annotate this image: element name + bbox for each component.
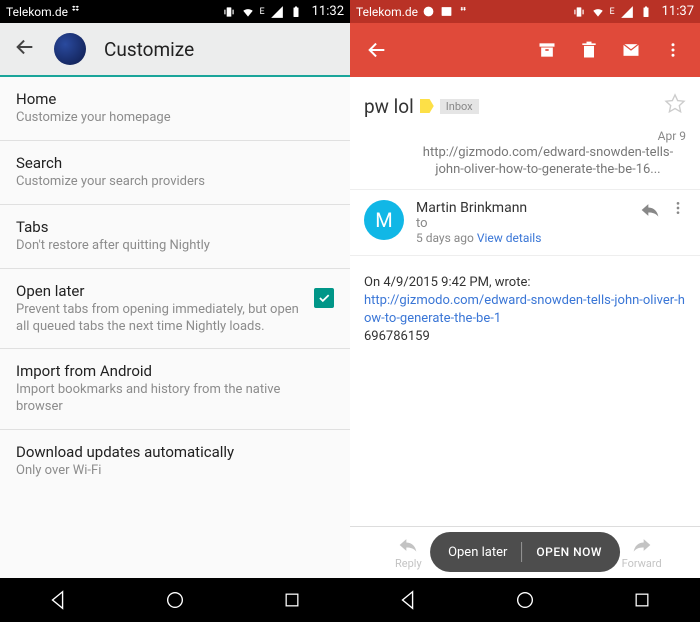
- firefox-icon: [422, 5, 436, 19]
- item-title: Search: [16, 154, 326, 172]
- carrier-label: Telekom.de: [356, 5, 418, 19]
- view-details-link[interactable]: View details: [477, 231, 542, 245]
- sender-to: to: [416, 216, 628, 231]
- battery-icon: [289, 5, 303, 19]
- body-link[interactable]: http://gizmodo.com/edward-snowden-tells-…: [364, 292, 686, 328]
- battery-icon: [639, 5, 653, 19]
- nav-home-icon[interactable]: [161, 586, 189, 614]
- sender-name: Martin Brinkmann: [416, 200, 628, 216]
- signal-icon: [620, 5, 634, 19]
- avatar: M: [364, 200, 404, 240]
- email-content: pw lol Inbox Apr 9 http://gizmodo.com/ed…: [350, 77, 700, 578]
- email-subject: pw lol: [364, 95, 414, 118]
- clock: 11:32: [312, 4, 344, 19]
- nav-bar: [0, 578, 350, 622]
- back-icon[interactable]: [14, 36, 36, 62]
- nav-recent-icon[interactable]: [278, 586, 306, 614]
- reply-icon[interactable]: [640, 200, 660, 224]
- status-bar: Telekom.de E 11:37: [350, 0, 700, 23]
- delete-icon[interactable]: [572, 33, 606, 67]
- preview-link: http://gizmodo.com/edward-snowden-tells-…: [350, 143, 700, 189]
- carrier-label: Telekom.de: [6, 5, 68, 19]
- dropbox-icon: [72, 5, 86, 19]
- app-icon: [54, 33, 86, 65]
- app-bar: Customize: [0, 23, 350, 77]
- page-title: Customize: [104, 38, 194, 61]
- email-date: Apr 9: [350, 129, 700, 143]
- vibrate-icon: [572, 5, 586, 19]
- app-bar: [350, 23, 700, 77]
- image-icon: [440, 5, 454, 19]
- item-title: Import from Android: [16, 362, 326, 380]
- nav-home-icon[interactable]: [511, 586, 539, 614]
- settings-item-tabs[interactable]: Tabs Don't restore after quitting Nightly: [0, 204, 350, 268]
- item-title: Tabs: [16, 218, 326, 236]
- archive-icon[interactable]: [530, 33, 564, 67]
- settings-list: Home Customize your homepage Search Custom…: [0, 77, 350, 578]
- toast: Open later OPEN NOW: [430, 532, 620, 572]
- toast-action-button[interactable]: OPEN NOW: [536, 545, 602, 559]
- settings-item-home[interactable]: Home Customize your homepage: [0, 77, 350, 140]
- back-icon[interactable]: [360, 33, 394, 67]
- item-subtitle: Prevent tabs from opening immediately, b…: [16, 302, 306, 336]
- body-line: 696786159: [364, 328, 686, 346]
- network-type: E: [610, 7, 615, 17]
- network-type: E: [260, 7, 265, 17]
- item-subtitle: Don't restore after quitting Nightly: [16, 238, 326, 255]
- settings-item-search[interactable]: Search Customize your search providers: [0, 140, 350, 204]
- item-title: Home: [16, 90, 326, 108]
- sender-block[interactable]: M Martin Brinkmann to 5 days ago View de…: [350, 189, 700, 256]
- wifi-icon: [241, 5, 255, 19]
- item-subtitle: Only over Wi-Fi: [16, 463, 326, 480]
- settings-item-import[interactable]: Import from Android Import bookmarks and …: [0, 348, 350, 429]
- more-icon[interactable]: [670, 200, 686, 220]
- email-body: On 4/9/2015 9:42 PM, wrote: http://gizmo…: [350, 256, 700, 365]
- item-title: Open later: [16, 282, 306, 300]
- status-bar: Telekom.de E 11:32: [0, 0, 350, 23]
- vibrate-icon: [222, 5, 236, 19]
- settings-item-updates[interactable]: Download updates automatically Only over …: [0, 429, 350, 493]
- item-title: Download updates automatically: [16, 443, 326, 461]
- clock: 11:37: [662, 4, 694, 19]
- divider: [521, 542, 522, 562]
- toast-label: Open later: [448, 545, 507, 560]
- nav-recent-icon[interactable]: [628, 586, 656, 614]
- nav-back-icon[interactable]: [44, 586, 72, 614]
- more-icon[interactable]: [656, 33, 690, 67]
- inbox-badge[interactable]: Inbox: [440, 99, 479, 114]
- mail-icon[interactable]: [614, 33, 648, 67]
- item-subtitle: Import bookmarks and history from the na…: [16, 382, 326, 416]
- dropbox-icon: [458, 5, 472, 19]
- nav-back-icon[interactable]: [394, 586, 422, 614]
- nav-bar: [350, 578, 700, 622]
- item-subtitle: Customize your search providers: [16, 174, 326, 191]
- body-line: On 4/9/2015 9:42 PM, wrote:: [364, 274, 686, 292]
- signal-icon: [270, 5, 284, 19]
- item-subtitle: Customize your homepage: [16, 110, 326, 127]
- settings-item-open-later[interactable]: Open later Prevent tabs from opening imme…: [0, 268, 350, 349]
- wifi-icon: [591, 5, 605, 19]
- checkbox-icon[interactable]: [314, 288, 334, 308]
- sender-time: 5 days ago: [416, 231, 477, 245]
- star-icon[interactable]: [664, 93, 686, 119]
- important-icon[interactable]: [420, 99, 434, 113]
